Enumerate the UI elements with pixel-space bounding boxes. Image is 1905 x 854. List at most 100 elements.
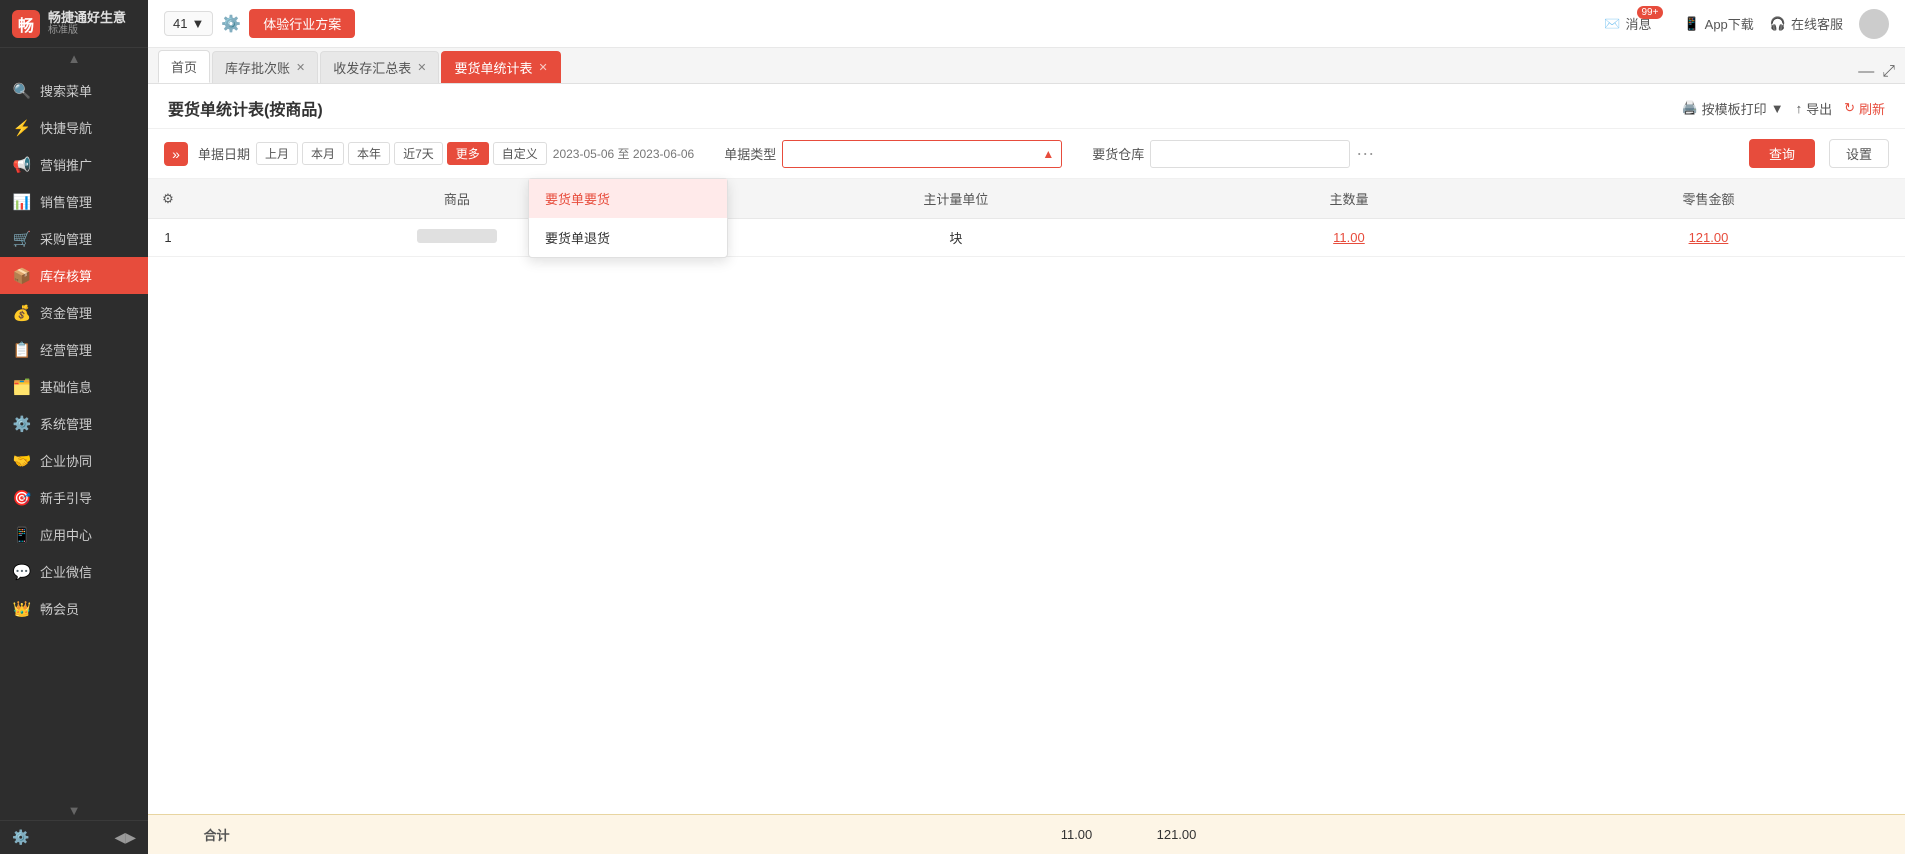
sidebar-item-system[interactable]: ⚙️ 系统管理 [0,405,148,442]
td-quantity[interactable]: 11.00 [1186,219,1512,257]
date-btn-7days[interactable]: 近7天 [394,142,443,165]
refresh-button[interactable]: ↻ 刷新 [1844,99,1885,118]
sidebar-nav: 🔍 搜索菜单 ⚡ 快捷导航 📢 营销推广 📊 销售管理 🛒 采购管理 📦 库存核… [0,68,148,800]
dropdown-item-order-return[interactable]: 要货单退货 [529,218,727,257]
date-btn-thismonth[interactable]: 本月 [302,142,344,165]
online-service-label: 在线客服 [1791,14,1843,33]
company-selector[interactable]: 41 ▼ [164,11,213,36]
table-container: ⚙ 商品 主计量单位 主数量 零售金额 1 块 11.00 [148,179,1905,814]
settings-button[interactable]: 设置 [1829,139,1889,168]
sidebar-item-label: 系统管理 [40,414,92,433]
date-btn-more[interactable]: 更多 [447,142,489,165]
sidebar-item-label: 销售管理 [40,192,92,211]
tab-order-stats-label: 要货单统计表 [454,58,532,77]
sidebar-item-baseinfo[interactable]: 🗂️ 基础信息 [0,368,148,405]
guide-icon: 🎯 [12,489,32,507]
sidebar-item-label: 快捷导航 [40,118,92,137]
sidebar-item-sales[interactable]: 📊 销售管理 [0,183,148,220]
sidebar-item-label: 经营管理 [40,340,92,359]
page-content: 要货单统计表(按商品) 🖨️ 按模板打印 ▼ ↑ 导出 ↻ 刷新 » [148,84,1905,854]
type-input[interactable] [782,140,1062,168]
settings-icon[interactable]: ⚙️ [12,829,29,846]
print-button[interactable]: 🖨️ 按模板打印 ▼ [1681,99,1783,118]
warehouse-more-icon[interactable]: ··· [1356,143,1374,164]
th-settings[interactable]: ⚙ [148,179,188,219]
sidebar-item-inventory[interactable]: 📦 库存核算 [0,257,148,294]
app-download-label: App下载 [1705,14,1754,33]
sidebar-search[interactable]: 🔍 搜索菜单 [0,72,148,109]
sidebar-item-appcenter[interactable]: 📱 应用中心 [0,516,148,553]
sidebar-scroll-up[interactable]: ▲ [0,48,148,68]
sidebar-item-member[interactable]: 👑 畅会员 [0,590,148,627]
messages-badge: 99+ [1637,6,1664,19]
sidebar-header: 畅 畅捷通好生意 标准版 [0,0,148,48]
footer-quantity: 11.00 [1027,827,1127,842]
page-actions: 🖨️ 按模板打印 ▼ ↑ 导出 ↻ 刷新 [1681,99,1885,118]
app-title-main: 畅捷通好生意 [48,10,126,26]
sidebar-item-weixin[interactable]: 💬 企业微信 [0,553,148,590]
table-footer: 合计 11.00 121.00 [148,814,1905,854]
app-title-block: 畅捷通好生意 标准版 [48,10,126,38]
sidebar-item-enterprise[interactable]: 🤝 企业协同 [0,442,148,479]
sidebar-item-finance[interactable]: 💰 资金管理 [0,294,148,331]
sidebar-item-label: 资金管理 [40,303,92,322]
topbar: 41 ▼ ⚙️ 体验行业方案 ✉️ 消息 99+ 📱 App下载 🎧 在线客服 [148,0,1905,48]
sidebar-item-guide[interactable]: 🎯 新手引导 [0,479,148,516]
messages-group[interactable]: ✉️ 消息 99+ [1604,14,1651,33]
export-icon: ↑ [1796,101,1803,116]
sidebar-item-label: 基础信息 [40,377,92,396]
td-unit: 块 [726,219,1186,257]
tab-minimize-icon[interactable]: — [1858,63,1874,81]
tab-inventory-batch[interactable]: 库存批次账 ✕ [212,51,318,83]
sidebar-item-label: 营销推广 [40,155,92,174]
tab-home[interactable]: 首页 [158,50,210,83]
user-avatar[interactable] [1859,9,1889,39]
td-amount[interactable]: 121.00 [1512,219,1905,257]
sidebar-item-purchase[interactable]: 🛒 采购管理 [0,220,148,257]
purchase-icon: 🛒 [12,230,32,248]
date-btn-lastmonth[interactable]: 上月 [256,142,298,165]
export-button[interactable]: ↑ 导出 [1796,99,1833,118]
sidebar: 畅 畅捷通好生意 标准版 ▲ 🔍 搜索菜单 ⚡ 快捷导航 📢 营销推广 📊 销售… [0,0,148,854]
trial-button[interactable]: 体验行业方案 [249,9,355,38]
sidebar-item-quicknav[interactable]: ⚡ 快捷导航 [0,109,148,146]
tab-expand-icon[interactable]: ⤢ [1882,63,1895,81]
filter-date-group: 单据日期 上月 本月 本年 近7天 更多 自定义 2023-05-06 至 20… [198,142,694,165]
query-button[interactable]: 查询 [1749,139,1815,168]
tabs-bar: 首页 库存批次账 ✕ 收发存汇总表 ✕ 要货单统计表 ✕ — ⤢ [148,48,1905,84]
date-btn-custom[interactable]: 自定义 [493,142,547,165]
footer-label: 合计 [160,825,360,844]
footer-total-label: 合计 [204,828,230,843]
tab-stock-summary[interactable]: 收发存汇总表 ✕ [320,51,439,83]
app-title-sub: 标准版 [48,25,126,37]
online-service-group[interactable]: 🎧 在线客服 [1770,14,1843,33]
search-icon: 🔍 [12,82,32,100]
warehouse-input[interactable] [1150,140,1350,168]
tab-close-icon[interactable]: ✕ [539,61,548,74]
dropdown-item-order-request[interactable]: 要货单要货 [529,179,727,218]
app-logo: 畅 [12,10,40,38]
tab-close-icon[interactable]: ✕ [296,61,305,74]
sales-icon: 📊 [12,193,32,211]
sidebar-item-marketing[interactable]: 📢 营销推广 [0,146,148,183]
tab-home-label: 首页 [171,57,197,76]
collapse-icon[interactable]: ◀▶ [114,829,136,846]
date-btn-thisyear[interactable]: 本年 [348,142,390,165]
td-num: 1 [148,219,188,257]
app-download-group[interactable]: 📱 App下载 [1683,14,1753,33]
sidebar-item-operations[interactable]: 📋 经营管理 [0,331,148,368]
page-title: 要货单统计表(按商品) [168,96,323,120]
tab-close-icon[interactable]: ✕ [417,61,426,74]
filter-expand-button[interactable]: » [164,142,188,166]
print-label: 按模板打印 [1702,99,1767,118]
service-icon: 🎧 [1770,16,1786,32]
topbar-gear-icon[interactable]: ⚙️ [221,14,241,34]
warehouse-group: 要货仓库 ··· [1092,140,1374,168]
marketing-icon: 📢 [12,156,32,174]
tab-order-stats[interactable]: 要货单统计表 ✕ [441,51,560,83]
warehouse-label: 要货仓库 [1092,144,1144,163]
sidebar-scroll-down[interactable]: ▼ [0,800,148,820]
table-row: 1 块 11.00 121.00 [148,219,1905,257]
message-icon: ✉️ [1604,16,1620,32]
main-area: 41 ▼ ⚙️ 体验行业方案 ✉️ 消息 99+ 📱 App下载 🎧 在线客服 [148,0,1905,854]
